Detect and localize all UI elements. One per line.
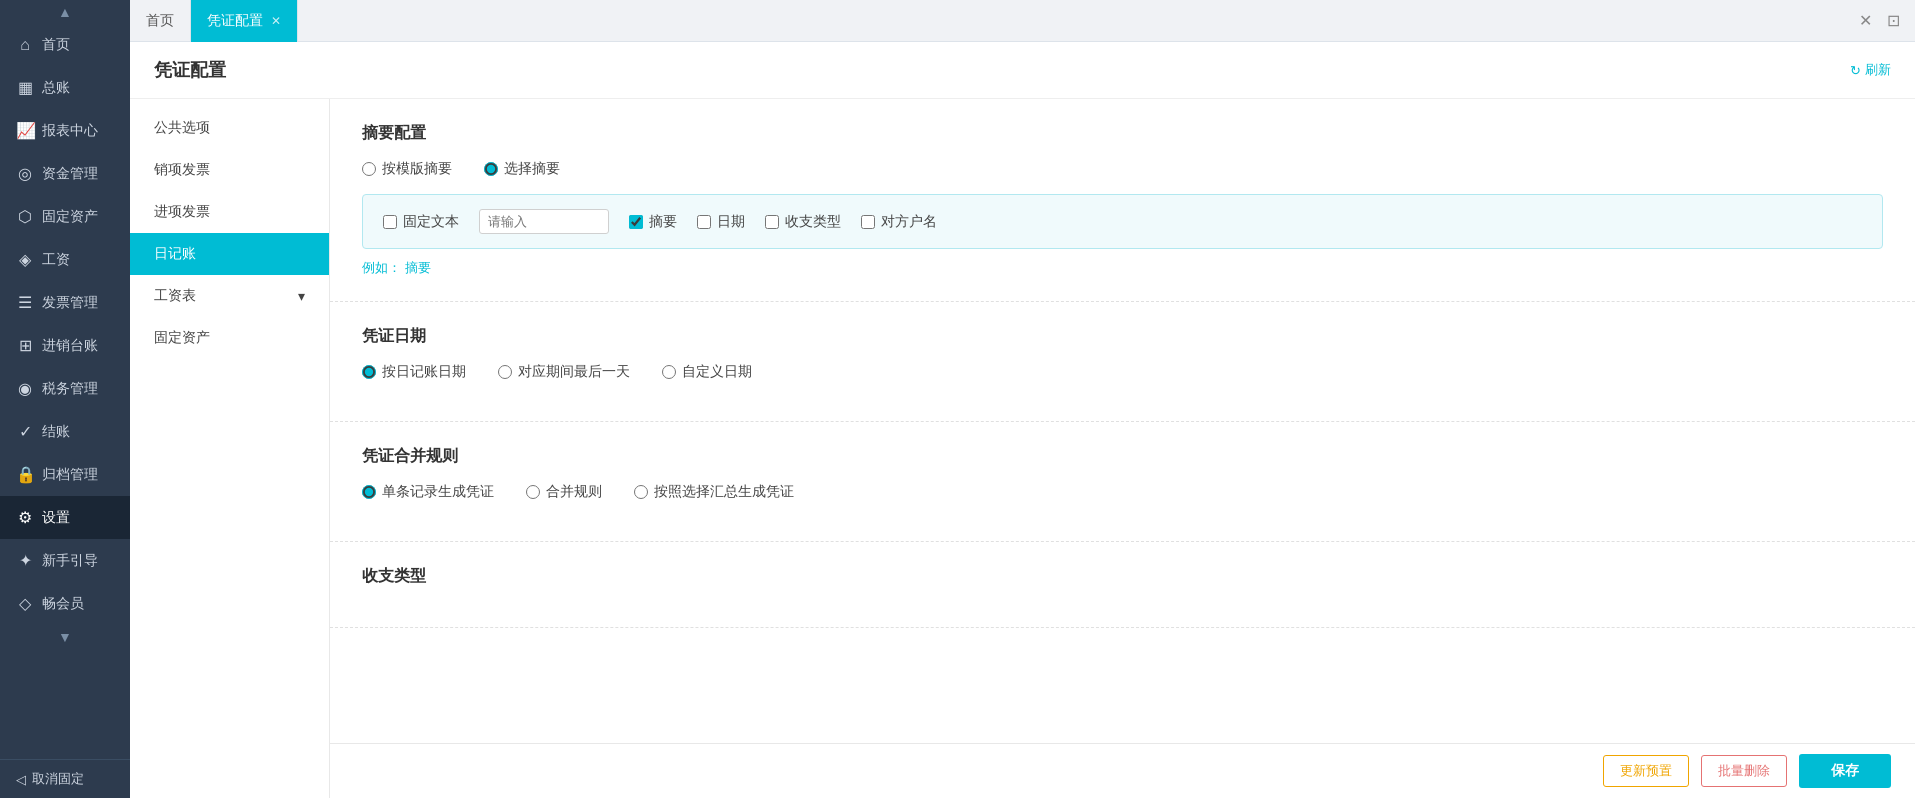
income-expense-section: 收支类型 (330, 542, 1915, 628)
save-button[interactable]: 保存 (1799, 754, 1891, 788)
merge-rules-radio-group: 单条记录生成凭证 合并规则 按照选择汇总生成凭证 (362, 483, 1883, 501)
left-nav: 公共选项 销项发票 进项发票 日记账 工资表 ▾ 固定资产 (130, 99, 330, 798)
voucher-date-section: 凭证日期 按日记账日期 对应期间最后一天 自定义日期 (330, 302, 1915, 422)
voucher-date-title: 凭证日期 (362, 326, 1883, 347)
page-title: 凭证配置 (154, 58, 226, 82)
salary-icon: ◈ (16, 250, 34, 269)
fixed-text-input[interactable] (479, 209, 609, 234)
guide-icon: ✦ (16, 551, 34, 570)
journal-date-radio[interactable]: 按日记账日期 (362, 363, 466, 381)
window-controls: ✕ ⊡ (1855, 11, 1915, 30)
funds-icon: ◎ (16, 164, 34, 183)
page-header: 凭证配置 ↻ 刷新 (130, 42, 1915, 99)
custom-date-radio[interactable]: 自定义日期 (662, 363, 752, 381)
reports-icon: 📈 (16, 121, 34, 140)
sidebar-item-funds[interactable]: ◎ 资金管理 (0, 152, 130, 195)
left-nav-payroll[interactable]: 工资表 ▾ (130, 275, 329, 317)
sidebar-item-assets[interactable]: ⬡ 固定资产 (0, 195, 130, 238)
stock-icon: ⊞ (16, 336, 34, 355)
invoice-icon: ☰ (16, 293, 34, 312)
sidebar-item-invoice[interactable]: ☰ 发票管理 (0, 281, 130, 324)
period-last-day-radio[interactable]: 对应期间最后一天 (498, 363, 630, 381)
sidebar-item-archive[interactable]: 🔒 归档管理 (0, 453, 130, 496)
sidebar-item-ledger[interactable]: ▦ 总账 (0, 66, 130, 109)
sidebar-item-reports[interactable]: 📈 报表中心 (0, 109, 130, 152)
left-nav-journal[interactable]: 日记账 (130, 233, 329, 275)
left-nav-purchase[interactable]: 进项发票 (130, 191, 329, 233)
left-nav-fixed-assets[interactable]: 固定资产 (130, 317, 329, 359)
merge-rules-title: 凭证合并规则 (362, 446, 1883, 467)
left-nav-public[interactable]: 公共选项 (130, 107, 329, 149)
right-content: 摘要配置 按模版摘要 选择摘要 固定文本 (330, 99, 1915, 798)
merge-rule-radio[interactable]: 合并规则 (526, 483, 602, 501)
abstract-checkbox[interactable]: 摘要 (629, 213, 677, 231)
abstract-example: 例如： 摘要 (362, 259, 1883, 277)
sidebar-item-salary[interactable]: ◈ 工资 (0, 238, 130, 281)
sidebar-item-checkout[interactable]: ✓ 结账 (0, 410, 130, 453)
merge-rules-section: 凭证合并规则 单条记录生成凭证 合并规则 按照选择汇总生成凭证 (330, 422, 1915, 542)
checkout-icon: ✓ (16, 422, 34, 441)
counterpart-name-checkbox[interactable]: 对方户名 (861, 213, 937, 231)
abstract-radio-group: 按模版摘要 选择摘要 (362, 160, 1883, 178)
maximize-window-icon[interactable]: ⊡ (1883, 11, 1903, 30)
chevron-down-icon: ▾ (298, 288, 305, 304)
batch-delete-button[interactable]: 批量删除 (1701, 755, 1787, 787)
sidebar-scroll-down[interactable]: ▼ (0, 625, 130, 649)
refresh-button[interactable]: ↻ 刷新 (1850, 61, 1891, 79)
sidebar-scroll-up[interactable]: ▲ (0, 0, 130, 24)
abstract-checkbox-row: 固定文本 摘要 日期 收支类型 (362, 194, 1883, 249)
voucher-date-radio-group: 按日记账日期 对应期间最后一天 自定义日期 (362, 363, 1883, 381)
sidebar-item-member[interactable]: ◇ 畅会员 (0, 582, 130, 625)
tax-icon: ◉ (16, 379, 34, 398)
sidebar-item-guide[interactable]: ✦ 新手引导 (0, 539, 130, 582)
member-icon: ◇ (16, 594, 34, 613)
assets-icon: ⬡ (16, 207, 34, 226)
bottom-bar: 更新预置 批量删除 保存 (330, 743, 1915, 798)
single-record-radio[interactable]: 单条记录生成凭证 (362, 483, 494, 501)
income-expense-title: 收支类型 (362, 566, 1883, 587)
income-type-checkbox[interactable]: 收支类型 (765, 213, 841, 231)
left-nav-sales[interactable]: 销项发票 (130, 149, 329, 191)
refresh-icon: ↻ (1850, 63, 1861, 78)
abstract-template-radio[interactable]: 按模版摘要 (362, 160, 452, 178)
tab-bar: 首页 凭证配置 ✕ ✕ ⊡ (130, 0, 1915, 42)
sidebar-unpin[interactable]: ◁ 取消固定 (0, 759, 130, 798)
abstract-section: 摘要配置 按模版摘要 选择摘要 固定文本 (330, 99, 1915, 302)
sidebar: ▲ ⌂ 首页 ▦ 总账 📈 报表中心 ◎ 资金管理 ⬡ 固定资产 ◈ 工资 ☰ … (0, 0, 130, 798)
sidebar-item-home[interactable]: ⌂ 首页 (0, 24, 130, 66)
tab-voucher[interactable]: 凭证配置 ✕ (191, 0, 298, 42)
update-preset-button[interactable]: 更新预置 (1603, 755, 1689, 787)
abstract-select-radio[interactable]: 选择摘要 (484, 160, 560, 178)
unpin-icon: ◁ (16, 772, 26, 787)
sidebar-item-settings[interactable]: ⚙ 设置 (0, 496, 130, 539)
ledger-icon: ▦ (16, 78, 34, 97)
summary-radio[interactable]: 按照选择汇总生成凭证 (634, 483, 794, 501)
archive-icon: 🔒 (16, 465, 34, 484)
fixed-text-checkbox[interactable]: 固定文本 (383, 213, 459, 231)
home-icon: ⌂ (16, 36, 34, 54)
sidebar-item-tax[interactable]: ◉ 税务管理 (0, 367, 130, 410)
close-window-icon[interactable]: ✕ (1855, 11, 1875, 30)
tab-close-icon[interactable]: ✕ (271, 14, 281, 28)
tab-home[interactable]: 首页 (130, 0, 191, 42)
abstract-title: 摘要配置 (362, 123, 1883, 144)
content-wrapper: 公共选项 销项发票 进项发票 日记账 工资表 ▾ 固定资产 摘要配置 (130, 99, 1915, 798)
date-checkbox[interactable]: 日期 (697, 213, 745, 231)
settings-icon: ⚙ (16, 508, 34, 527)
sidebar-item-stock[interactable]: ⊞ 进销台账 (0, 324, 130, 367)
